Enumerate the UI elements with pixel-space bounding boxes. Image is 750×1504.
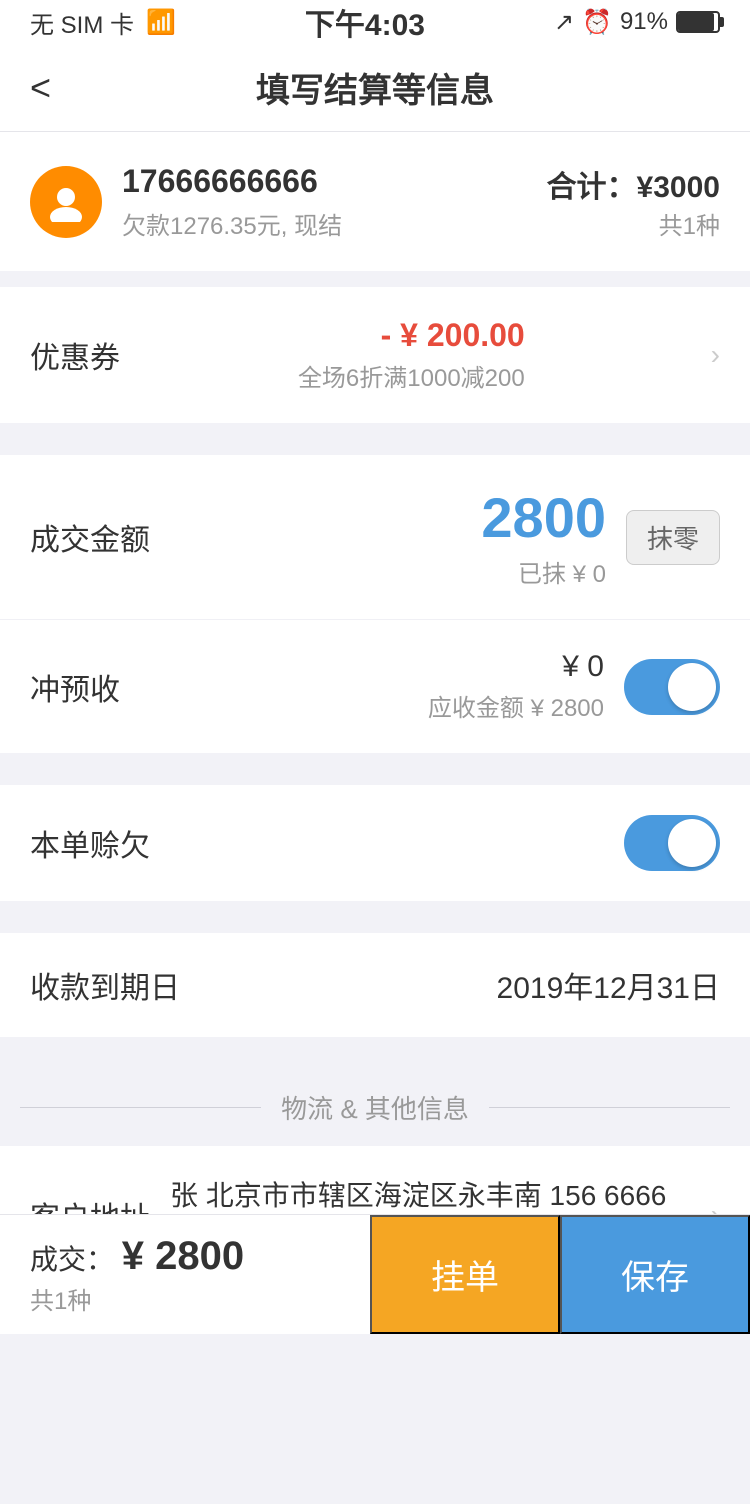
due-date-value: 2019年12月31日	[497, 963, 720, 1007]
bottom-deal-count: 共1种	[30, 1281, 340, 1316]
debt-label: 本单赊欠	[30, 821, 150, 865]
page-title: 填写结算等信息	[256, 63, 494, 112]
deal-sub: 已抹 ¥ 0	[481, 554, 606, 589]
deal-amount-row: 成交金额 2800 已抹 ¥ 0 抹零	[0, 455, 750, 619]
logistics-line-right	[489, 1107, 730, 1108]
debt-toggle[interactable]	[624, 815, 720, 871]
bottom-deal-line: 成交： ¥ 2800	[30, 1234, 340, 1279]
prepay-sub: 应收金额 ¥ 2800	[428, 688, 604, 723]
prepay-values: ¥ 0 应收金额 ¥ 2800	[428, 650, 604, 723]
bottom-actions: 挂单 保存	[370, 1215, 750, 1334]
customer-phone: 17666666666	[122, 163, 342, 200]
debt-section: 本单赊欠	[0, 785, 750, 901]
alarm-icon: ⏰	[582, 8, 612, 37]
status-time: 下午4:03	[305, 0, 425, 44]
bottom-deal-label: 成交：	[30, 1244, 114, 1275]
round-zero-button[interactable]: 抹零	[626, 510, 720, 565]
coupon-desc: 全场6折满1000减200	[298, 358, 525, 393]
coupon-row[interactable]: 优惠券 - ¥ 200.00 全场6折满1000减200 ›	[0, 287, 750, 423]
logistics-separator: 物流 & 其他信息	[0, 1069, 750, 1146]
coupon-right: - ¥ 200.00 全场6折满1000减200	[298, 317, 525, 393]
debt-toggle-knob	[668, 819, 716, 867]
total-count: 共1种	[547, 206, 720, 241]
status-bar: 无 SIM 卡 📶 下午4:03 ↗ ⏰ 91%	[0, 0, 750, 44]
status-left: 无 SIM 卡 📶	[30, 5, 176, 40]
section-gap-2	[0, 753, 750, 769]
chevron-right-icon: ›	[711, 339, 720, 371]
total-amount: 合计：¥3000	[547, 162, 720, 206]
coupon-section: 优惠券 - ¥ 200.00 全场6折满1000减200 ›	[0, 287, 750, 423]
prepay-right: ¥ 0 应收金额 ¥ 2800	[428, 650, 720, 723]
customer-right: 合计：¥3000 共1种	[547, 162, 720, 241]
section-gap-4	[0, 1037, 750, 1053]
date-section: 收款到期日 2019年12月31日	[0, 933, 750, 1037]
coupon-value: - ¥ 200.00	[298, 317, 525, 354]
logistics-label: 物流 & 其他信息	[281, 1089, 469, 1126]
wifi-icon: 📶	[146, 8, 176, 37]
deal-amount-label: 成交金额	[30, 515, 150, 559]
due-date-label: 收款到期日	[30, 963, 180, 1007]
avatar	[30, 166, 102, 238]
deal-section: 成交金额 2800 已抹 ¥ 0 抹零 冲预收 ¥ 0 应收金额 ¥ 2800	[0, 455, 750, 753]
customer-left: 17666666666 欠款1276.35元, 现结	[30, 163, 342, 241]
deal-amount-number: 2800	[481, 486, 606, 549]
section-gap-1	[0, 423, 750, 439]
battery-percent: 91%	[620, 8, 668, 36]
debt-row: 本单赊欠	[0, 785, 750, 901]
customer-card: 17666666666 欠款1276.35元, 现结 合计：¥3000 共1种	[0, 132, 750, 271]
logistics-line-left	[20, 1107, 261, 1108]
toggle-knob	[668, 663, 716, 711]
prepay-amount: ¥ 0	[428, 650, 604, 684]
deal-right-group: 2800 已抹 ¥ 0 抹零	[481, 485, 720, 589]
bottom-bar: 成交： ¥ 2800 共1种 挂单 保存	[0, 1214, 750, 1334]
customer-debt: 欠款1276.35元, 现结	[122, 206, 342, 241]
customer-info: 17666666666 欠款1276.35元, 现结	[122, 163, 342, 241]
battery-icon	[676, 11, 720, 33]
location-icon: ↗	[554, 8, 574, 37]
carrier-text: 无 SIM 卡	[30, 5, 134, 40]
section-gap-3	[0, 901, 750, 917]
prepay-row: 冲预收 ¥ 0 应收金额 ¥ 2800	[0, 619, 750, 753]
prepay-label: 冲预收	[30, 665, 120, 709]
bottom-info: 成交： ¥ 2800 共1种	[0, 1234, 370, 1316]
hang-order-button[interactable]: 挂单	[370, 1215, 560, 1334]
prepay-toggle[interactable]	[624, 659, 720, 715]
back-button[interactable]: <	[30, 67, 51, 109]
status-right: ↗ ⏰ 91%	[554, 8, 720, 37]
nav-bar: < 填写结算等信息	[0, 44, 750, 132]
coupon-label: 优惠券	[30, 333, 120, 377]
due-date-row: 收款到期日 2019年12月31日	[0, 933, 750, 1037]
bottom-deal-amount: ¥ 2800	[122, 1234, 244, 1278]
save-button[interactable]: 保存	[560, 1215, 750, 1334]
